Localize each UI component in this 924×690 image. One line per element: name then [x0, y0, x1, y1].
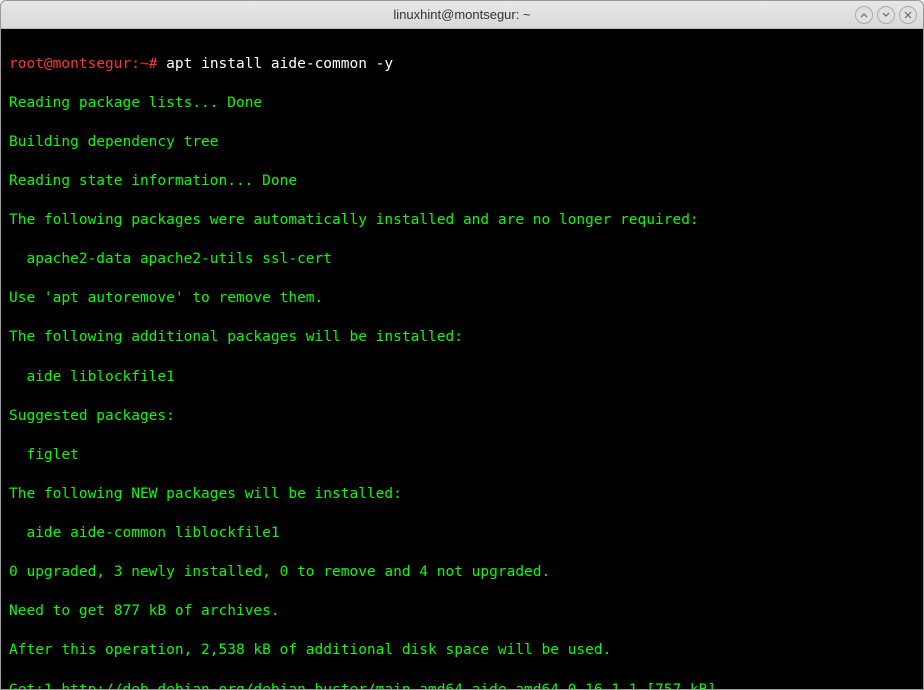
- output-line: The following additional packages will b…: [9, 328, 915, 348]
- output-line: 0 upgraded, 3 newly installed, 0 to remo…: [9, 563, 915, 583]
- maximize-button[interactable]: [877, 6, 895, 24]
- output-line: Use 'apt autoremove' to remove them.: [9, 289, 915, 309]
- terminal-content[interactable]: root@montsegur:~# apt install aide-commo…: [1, 29, 923, 689]
- close-icon: [904, 11, 912, 19]
- prompt-path: :~#: [131, 56, 157, 72]
- output-line: Building dependency tree: [9, 133, 915, 153]
- output-line: Reading package lists... Done: [9, 94, 915, 114]
- output-line: apache2-data apache2-utils ssl-cert: [9, 250, 915, 270]
- prompt-host: montsegur: [53, 56, 132, 72]
- window-title: linuxhint@montsegur: ~: [393, 7, 530, 22]
- close-button[interactable]: [899, 6, 917, 24]
- minimize-icon: [860, 11, 868, 19]
- output-line: figlet: [9, 446, 915, 466]
- minimize-button[interactable]: [855, 6, 873, 24]
- output-line: After this operation, 2,538 kB of additi…: [9, 641, 915, 661]
- output-line: aide aide-common liblockfile1: [9, 524, 915, 544]
- titlebar[interactable]: linuxhint@montsegur: ~: [1, 1, 923, 29]
- output-line: aide liblockfile1: [9, 368, 915, 388]
- prompt-user: root: [9, 56, 44, 72]
- prompt-at: @: [44, 56, 53, 72]
- output-line: Get:1 http://deb.debian.org/debian buste…: [9, 681, 915, 689]
- output-line: Need to get 877 kB of archives.: [9, 602, 915, 622]
- terminal-window: linuxhint@montsegur: ~ root@montsegur:~#…: [0, 0, 924, 690]
- command-text: apt install aide-common -y: [157, 56, 393, 72]
- output-line: The following NEW packages will be insta…: [9, 485, 915, 505]
- output-line: The following packages were automaticall…: [9, 211, 915, 231]
- prompt-line: root@montsegur:~# apt install aide-commo…: [9, 55, 915, 75]
- output-line: Reading state information... Done: [9, 172, 915, 192]
- maximize-icon: [882, 11, 890, 19]
- output-line: Suggested packages:: [9, 407, 915, 427]
- window-controls: [855, 6, 917, 24]
